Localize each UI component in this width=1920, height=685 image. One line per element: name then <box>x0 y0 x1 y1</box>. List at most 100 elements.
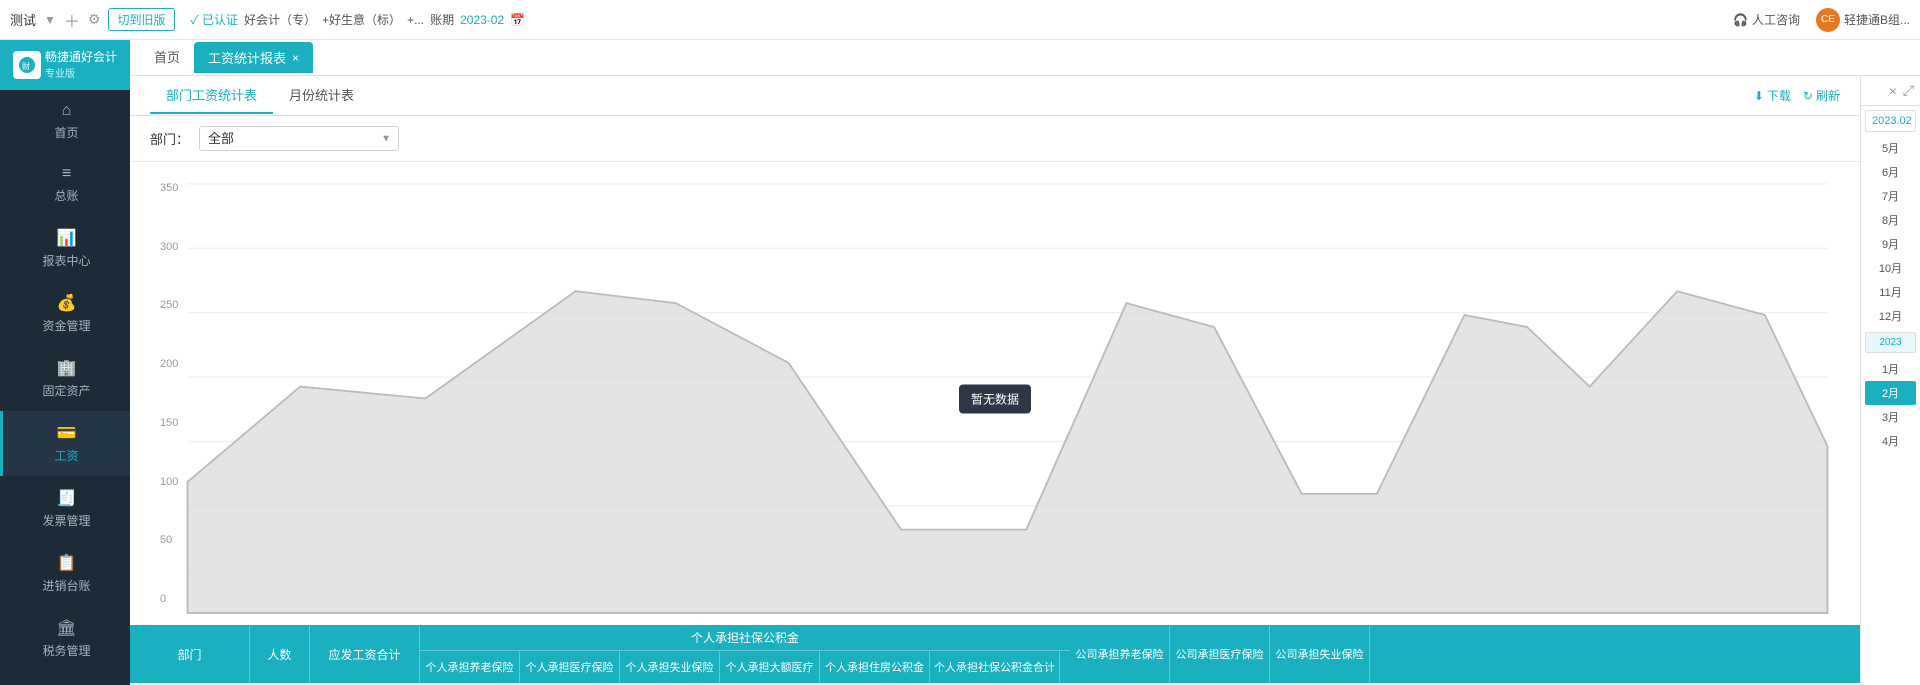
panel-month-8月[interactable]: 8月 <box>1861 208 1920 232</box>
user-name: 轻捷通B组... <box>1844 11 1910 28</box>
panel-month-7月[interactable]: 7月 <box>1861 184 1920 208</box>
sidebar-label-首页: 首页 <box>54 124 78 141</box>
right-panel-header: × ⤢ <box>1861 76 1920 106</box>
sidebar-label-税务管理: 税务管理 <box>42 642 90 659</box>
chart-area: 350 300 250 200 150 100 50 0 <box>150 172 1840 625</box>
header-right: 🎧 人工咨询 CE 轻捷通B组... <box>1733 8 1910 32</box>
sidebar-icon-固定资产: 🏢 <box>57 358 77 378</box>
download-icon: ⬇ <box>1754 89 1764 103</box>
tab-home-label: 首页 <box>154 50 180 65</box>
user-profile[interactable]: CE 轻捷通B组... <box>1816 8 1910 32</box>
right-panel: × ⤢ 2023.02 5月6月7月8月9月10月11月12月 2023 1月2月3… <box>1860 76 1920 685</box>
svg-text:财: 财 <box>22 61 30 71</box>
col-medical-individual: 个人承担医疗保险 <box>520 651 620 683</box>
col-total-salary: 应发工资合计 <box>310 625 420 683</box>
sidebar-icon-发票管理: 🧾 <box>57 488 77 508</box>
sidebar-item-工资[interactable]: 💳 工资 <box>0 411 130 476</box>
col-company-unemployment: 公司承担失业保险 <box>1270 625 1370 683</box>
switch-mode-button[interactable]: 切到旧版 <box>108 8 174 31</box>
certified-tag: ✓ 已认证 <box>191 11 239 28</box>
sidebar-item-结账[interactable]: ✓ 结账 <box>0 671 130 685</box>
sidebar-label-报表中心: 报表中心 <box>42 252 90 269</box>
more-tag: +... <box>407 13 424 27</box>
calendar-icon[interactable]: 📅 <box>510 13 525 27</box>
logo-text: 畅捷通好会计 专业版 <box>45 50 117 81</box>
period-value: 2023-02 <box>460 13 504 27</box>
panel-month-3月[interactable]: 3月 <box>1861 405 1920 429</box>
panel-month-6月[interactable]: 6月 <box>1861 160 1920 184</box>
period-label: 账期 <box>430 11 454 28</box>
department-select[interactable]: 全部 <box>199 126 399 151</box>
col-housing-fund-individual: 个人承担住房公积金 <box>820 651 930 683</box>
service-btn[interactable]: 🎧 人工咨询 <box>1733 11 1800 28</box>
y-axis: 350 300 250 200 150 100 50 0 <box>160 182 178 605</box>
sidebar-label-进销台账: 进销台账 <box>42 577 90 594</box>
refresh-btn[interactable]: ↻ 刷新 <box>1803 87 1840 104</box>
sidebar-label-发票管理: 发票管理 <box>42 512 90 529</box>
panel-month-12月[interactable]: 12月 <box>1861 304 1920 328</box>
panel-year[interactable]: 2023.02 <box>1865 110 1916 132</box>
col-department: 部门 <box>130 625 250 683</box>
tab-salary-report[interactable]: 工资统计报表 × <box>194 42 313 73</box>
panel-month-11月[interactable]: 11月 <box>1861 280 1920 304</box>
panel-month-5月[interactable]: 5月 <box>1861 136 1920 160</box>
header-dropdown-arrow[interactable]: ▼ <box>44 13 56 27</box>
department-select-wrapper[interactable]: 全部 ▼ <box>199 126 399 151</box>
sidebar-icon-报表中心: 📊 <box>57 228 77 248</box>
service-label: 人工咨询 <box>1752 11 1800 28</box>
col-group-individual: 个人承担社保公积金 个人承担养老保险 个人承担医疗保险 个人承担失业保险 个人承… <box>420 625 1070 683</box>
sidebar-item-固定资产[interactable]: 🏢 固定资产 <box>0 346 130 411</box>
expand-panel-icon[interactable]: ⤢ <box>1903 82 1914 99</box>
sub-tabs: 部门工资统计表 月份统计表 ⬇ 下载 ↻ 刷新 <box>130 76 1860 116</box>
good-accounting-tag: 好会计（专） <box>244 11 316 28</box>
tab-bar: 首页 工资统计报表 × <box>130 40 1920 76</box>
main-page: 部门工资统计表 月份统计表 ⬇ 下载 ↻ 刷新 <box>130 76 1860 685</box>
sidebar-item-总账[interactable]: ≡ 总账 <box>0 153 130 216</box>
col-company-pension: 公司承担养老保险 <box>1070 625 1170 683</box>
col-major-medical-individual: 个人承担大额医疗 <box>720 651 820 683</box>
sub-tab-department[interactable]: 部门工资统计表 <box>150 77 273 114</box>
panel-month-4月[interactable]: 4月 <box>1861 429 1920 453</box>
panel-month-2月[interactable]: 2月 <box>1865 381 1916 405</box>
sidebar-icon-工资: 💳 <box>57 423 77 443</box>
sidebar-item-首页[interactable]: ⌂ 首页 <box>0 90 130 153</box>
tab-home[interactable]: 首页 <box>140 41 194 74</box>
sidebar-item-报表中心[interactable]: 📊 报表中心 <box>0 216 130 281</box>
download-btn[interactable]: ⬇ 下载 <box>1754 87 1791 104</box>
refresh-icon: ↻ <box>1803 89 1813 103</box>
sidebar: 财 畅捷通好会计 专业版 ⌂ 首页 ≡ 总账 📊 报表中心 💰 资金管理 🏢 固… <box>0 40 130 685</box>
sidebar-item-发票管理[interactable]: 🧾 发票管理 <box>0 476 130 541</box>
sidebar-icon-进销台账: 📋 <box>57 553 77 573</box>
panel-month-1月[interactable]: 1月 <box>1861 357 1920 381</box>
panel-month-9月[interactable]: 9月 <box>1861 232 1920 256</box>
logo-icon: 财 <box>13 51 41 79</box>
header-gear-btn[interactable]: ⚙ <box>88 11 101 28</box>
sidebar-icon-税务管理: 🏛 <box>56 618 76 638</box>
avatar: CE <box>1816 8 1840 32</box>
content-area: 首页 工资统计报表 × 部门工资统计表 月份统计表 <box>130 40 1920 685</box>
table-header: 部门 人数 应发工资合计 个人承担社保公积金 个人承担养老保险 个人承担医疗保险… <box>130 625 1860 683</box>
sidebar-icon-首页: ⌂ <box>62 102 72 120</box>
sidebar-icon-总账: ≡ <box>62 165 71 183</box>
sidebar-item-进销台账[interactable]: 📋 进销台账 <box>0 541 130 606</box>
panel-month-10月[interactable]: 10月 <box>1861 256 1920 280</box>
header-add-btn[interactable]: ＋ <box>64 8 80 32</box>
sidebar-label-工资: 工资 <box>54 447 78 464</box>
tab-salary-label: 工资统计报表 <box>208 48 286 67</box>
sidebar-label-总账: 总账 <box>54 187 78 204</box>
sub-tab-monthly[interactable]: 月份统计表 <box>273 77 370 114</box>
close-panel-icon[interactable]: × <box>1889 83 1897 99</box>
sidebar-item-税务管理[interactable]: 🏛 税务管理 <box>0 606 130 671</box>
page-content: 部门工资统计表 月份统计表 ⬇ 下载 ↻ 刷新 <box>130 76 1920 685</box>
panel-month-2023[interactable]: 2023 <box>1865 332 1916 353</box>
tab-close-icon[interactable]: × <box>292 51 299 65</box>
sub-tab-actions: ⬇ 下载 ↻ 刷新 <box>1754 87 1840 104</box>
sidebar-label-资金管理: 资金管理 <box>42 317 90 334</box>
col-count: 人数 <box>250 625 310 683</box>
good-biz-tag: +好生意（标） <box>322 11 401 28</box>
sidebar-item-资金管理[interactable]: 💰 资金管理 <box>0 281 130 346</box>
col-unemployment-individual: 个人承担失业保险 <box>620 651 720 683</box>
sidebar-label-固定资产: 固定资产 <box>42 382 90 399</box>
sidebar-logo: 财 畅捷通好会计 专业版 <box>0 40 130 90</box>
header-test-label: 测试 <box>10 10 36 29</box>
